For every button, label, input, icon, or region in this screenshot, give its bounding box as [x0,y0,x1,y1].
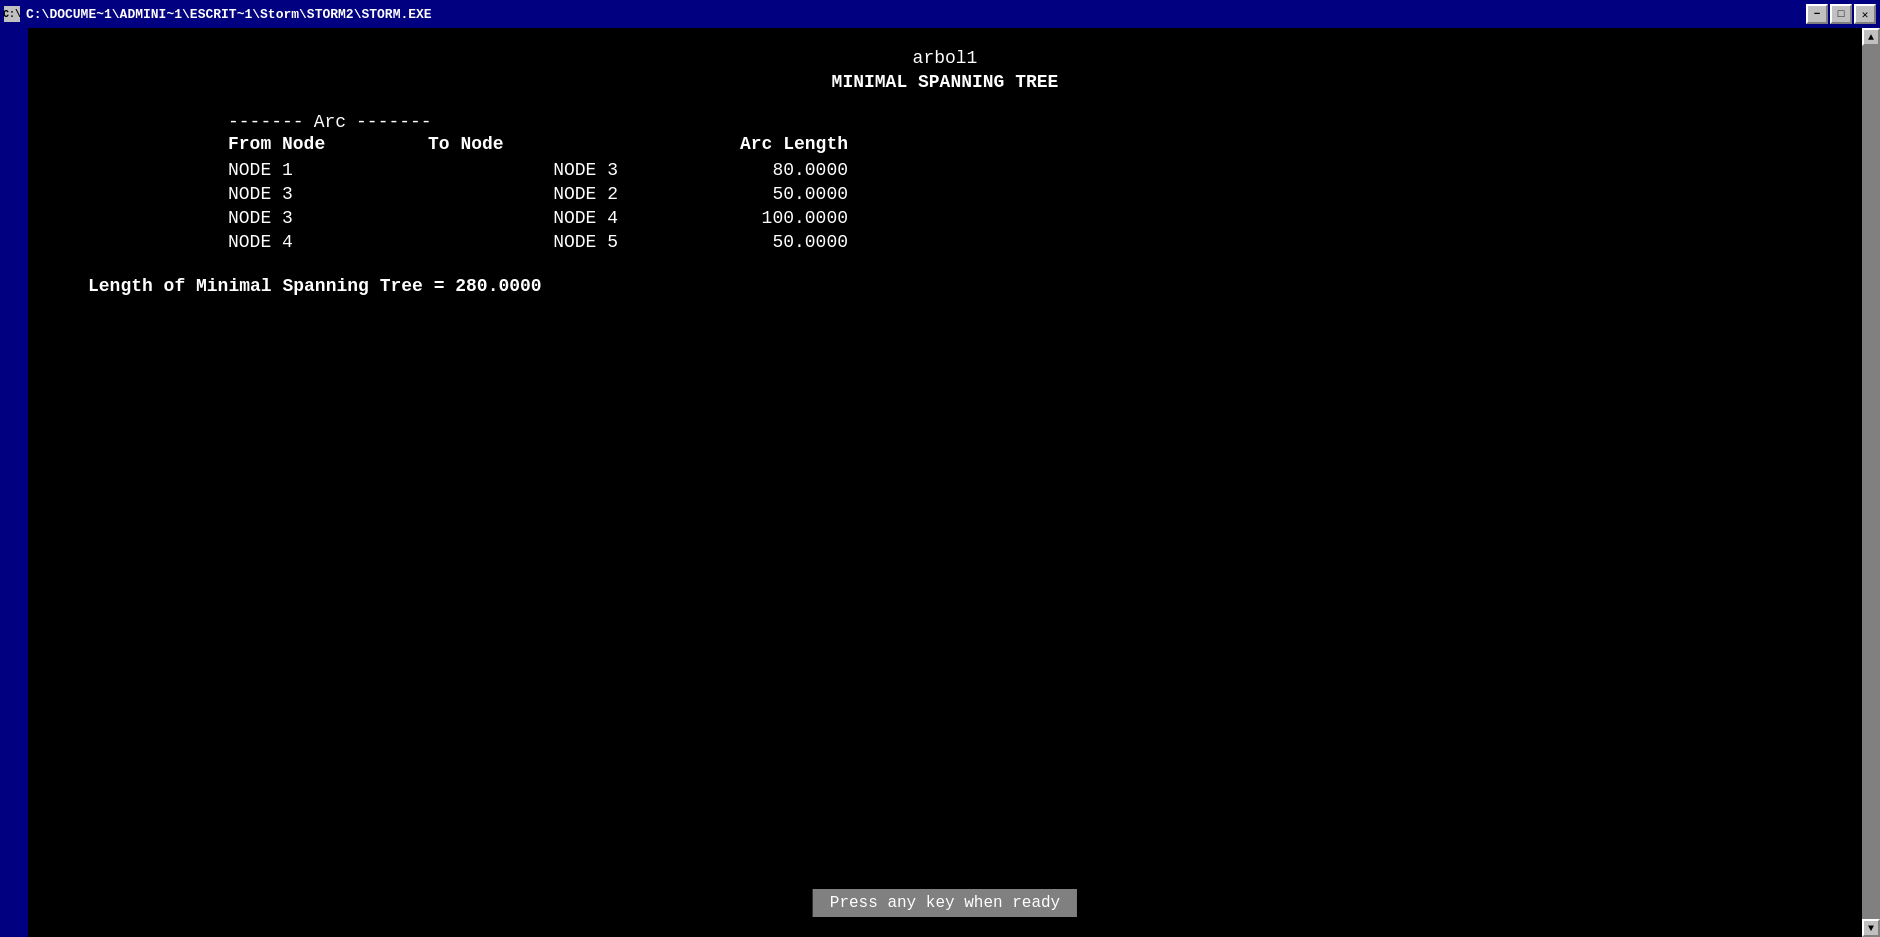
scroll-down-button[interactable]: ▼ [1862,919,1880,937]
data-rows: NODE 1 NODE 3 80.0000 NODE 3 NODE 2 50.0… [228,160,1822,252]
title-bar-left: C:\ C:\DOCUME~1\ADMINI~1\ESCRIT~1\Storm\… [4,6,432,22]
scroll-up-button[interactable]: ▲ [1862,28,1880,46]
maximize-button[interactable]: □ [1830,4,1852,24]
cell-arc: 100.0000 [648,208,848,228]
cell-to: NODE 4 [428,208,648,228]
table-row: NODE 3 NODE 4 100.0000 [228,208,1822,228]
main-wrapper: arbol1 MINIMAL SPANNING TREE ------- Arc… [0,28,1880,937]
table-row: NODE 1 NODE 3 80.0000 [228,160,1822,180]
title-bar: C:\ C:\DOCUME~1\ADMINI~1\ESCRIT~1\Storm\… [0,0,1880,28]
col-header-to: To Node [428,134,648,154]
console-icon: C:\ [4,6,20,22]
cell-to: NODE 5 [428,232,648,252]
cell-to: NODE 2 [428,184,648,204]
left-border [0,28,28,937]
total-line: Length of Minimal Spanning Tree = 280.00… [88,276,1822,296]
minimize-button[interactable]: − [1806,4,1828,24]
scroll-track [1862,46,1880,919]
cell-from: NODE 3 [228,208,428,228]
cell-to: NODE 3 [428,160,648,180]
arc-dashes-left: ------- [228,112,304,132]
scrollbar: ▲ ▼ [1862,28,1880,937]
cell-from: NODE 3 [228,184,428,204]
cell-from: NODE 4 [228,232,428,252]
cell-arc: 50.0000 [648,232,848,252]
title-bar-path: C:\DOCUME~1\ADMINI~1\ESCRIT~1\Storm\STOR… [26,7,432,22]
cell-arc: 80.0000 [648,160,848,180]
cell-from: NODE 1 [228,160,428,180]
cell-arc: 50.0000 [648,184,848,204]
console-area: arbol1 MINIMAL SPANNING TREE ------- Arc… [28,28,1862,937]
app-subtitle: MINIMAL SPANNING TREE [68,72,1822,92]
arc-label: Arc [314,112,346,132]
arc-dashes-right: ------- [356,112,432,132]
table-container: ------- Arc ------- From Node To Node Ar… [228,112,1822,256]
close-button[interactable]: ✕ [1854,4,1876,24]
title-bar-buttons: − □ ✕ [1806,4,1876,24]
column-headers: From Node To Node Arc Length [228,134,1822,154]
press-any-key[interactable]: Press any key when ready [813,889,1077,917]
col-header-arc: Arc Length [648,134,848,154]
arc-header-line: ------- Arc ------- [228,112,1822,132]
col-header-from: From Node [228,134,428,154]
app-title: arbol1 [68,48,1822,68]
table-row: NODE 4 NODE 5 50.0000 [228,232,1822,252]
table-row: NODE 3 NODE 2 50.0000 [228,184,1822,204]
